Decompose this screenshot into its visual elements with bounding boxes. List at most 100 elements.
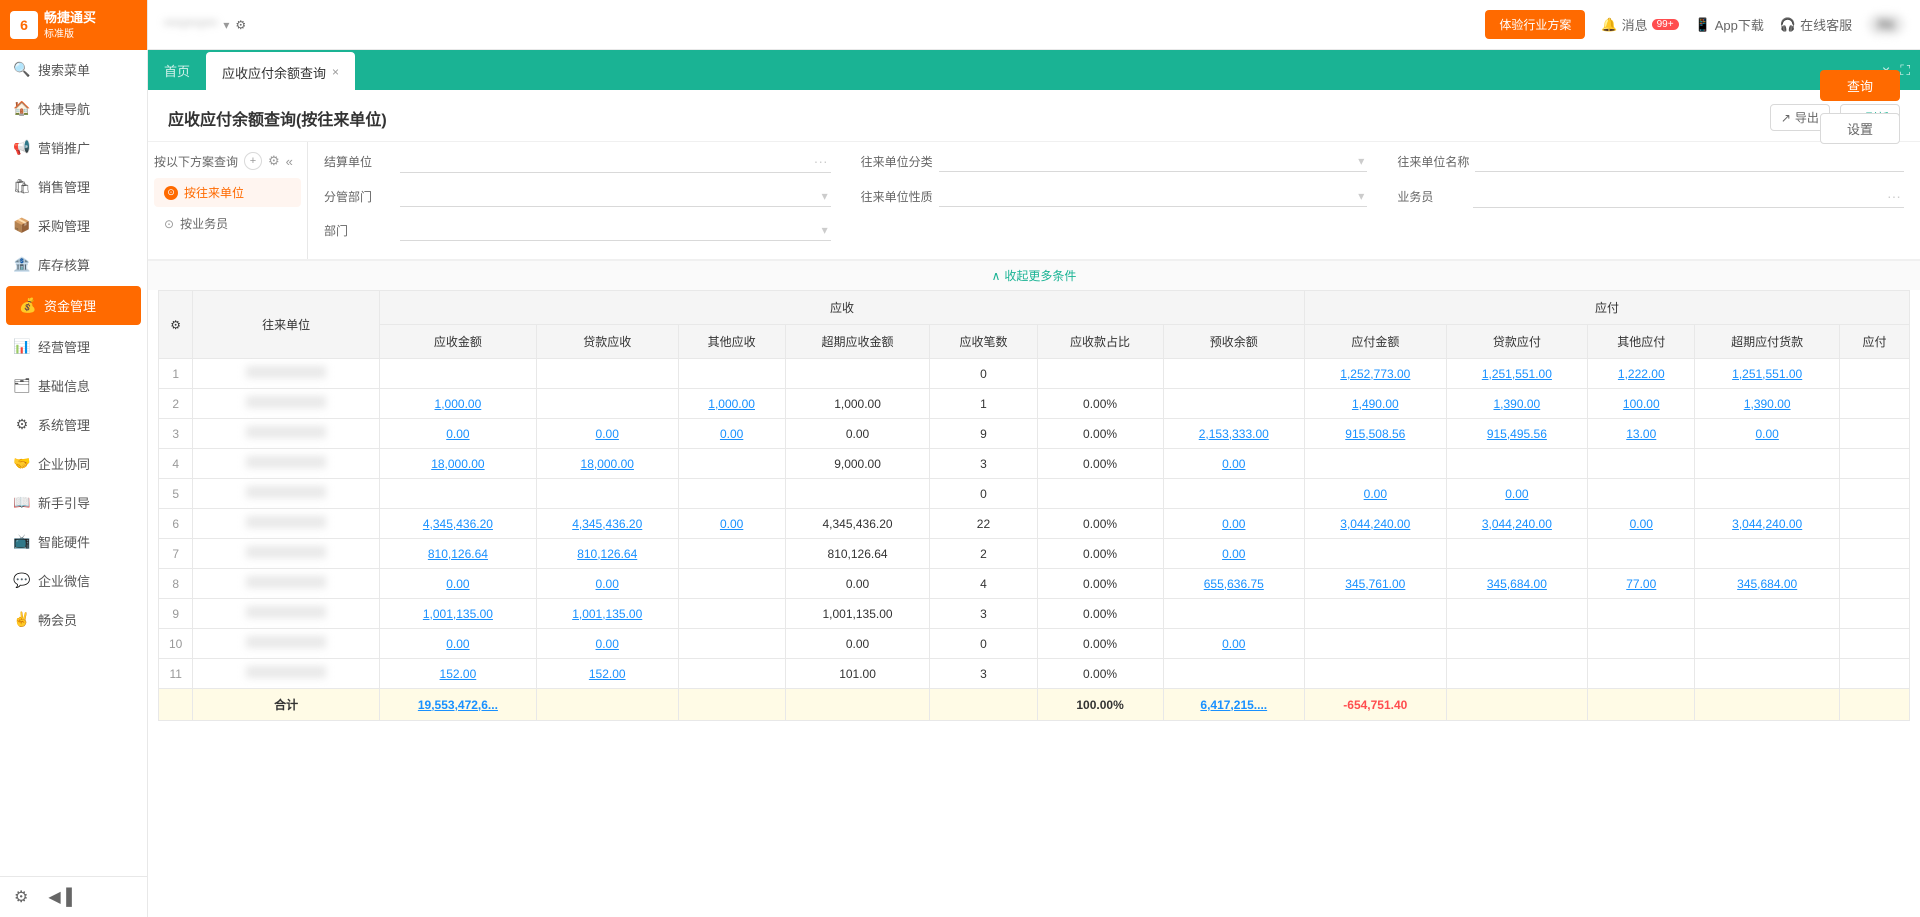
row-cell-2[interactable]: 1,000.00 (678, 389, 785, 419)
row-cell-7[interactable]: 1,490.00 (1305, 389, 1447, 419)
row-cell-8[interactable]: 1,251,551.00 (1446, 359, 1588, 389)
sub-menu-salesperson[interactable]: ⊙ 按业务员 (154, 209, 301, 238)
row-cell-1[interactable]: 4,345,436.20 (536, 509, 678, 539)
row-cell-1[interactable]: 0.00 (536, 569, 678, 599)
sidebar-item-guide[interactable]: 📖 新手引导 (0, 483, 147, 522)
row-cell-6[interactable]: 0.00 (1163, 449, 1305, 479)
sidebar-collapse-icon[interactable]: ◀▐ (48, 887, 72, 907)
sidebar-item-basic[interactable]: 🗂 基础信息 (0, 366, 147, 405)
settings-btn[interactable]: 设置 (1820, 113, 1900, 144)
settings-btn[interactable]: ⚙ (235, 18, 246, 32)
row-cell-8[interactable]: 1,390.00 (1446, 389, 1588, 419)
table-container[interactable]: ⚙ 往来单位 应收 应付 应收金额 贷款应收 其他应收 超期应收金额 应收笔数 … (148, 290, 1920, 917)
row-cell-1[interactable]: 152.00 (536, 659, 678, 689)
row-cell-6[interactable]: 0.00 (1163, 509, 1305, 539)
row-cell-0[interactable]: 1,000.00 (379, 389, 536, 419)
row-cell-6[interactable]: 655,636.75 (1163, 569, 1305, 599)
row-cell-8[interactable]: 0.00 (1446, 479, 1588, 509)
row-cell-2[interactable]: 0.00 (678, 419, 785, 449)
sidebar-settings-icon[interactable]: ⚙ (14, 887, 28, 907)
row-cell-7[interactable]: 915,508.56 (1305, 419, 1447, 449)
row-cell-5: 0.00% (1037, 449, 1163, 479)
row-cell-10[interactable]: 1,251,551.00 (1695, 359, 1840, 389)
salesperson-dots[interactable]: ··· (1887, 188, 1901, 204)
row-cell-7[interactable]: 3,044,240.00 (1305, 509, 1447, 539)
sidebar-item-wechat[interactable]: 💬 企业微信 (0, 561, 147, 600)
filter-collapse-btn[interactable]: « (286, 154, 293, 169)
row-cell-10[interactable]: 345,684.00 (1695, 569, 1840, 599)
filter-settings-icon[interactable]: ⚙ (268, 153, 280, 169)
row-cell-8[interactable]: 3,044,240.00 (1446, 509, 1588, 539)
row-cell-6[interactable]: 0.00 (1163, 629, 1305, 659)
sidebar-item-system[interactable]: ⚙ 系统管理 (0, 405, 147, 444)
sidebar-item-operations[interactable]: 📊 经营管理 (0, 327, 147, 366)
maximize-icon[interactable]: ⛶ (1900, 62, 1910, 79)
partner-name-input[interactable] (1475, 151, 1904, 172)
row-cell-10[interactable]: 3,044,240.00 (1695, 509, 1840, 539)
tab-home[interactable]: 首页 (148, 50, 206, 90)
filter-add-btn[interactable]: + (244, 152, 262, 170)
row-cell-7[interactable]: 0.00 (1305, 479, 1447, 509)
table-settings-icon[interactable]: ⚙ (170, 318, 181, 332)
row-cell-10[interactable]: 1,390.00 (1695, 389, 1840, 419)
row-cell-9[interactable]: 1,222.00 (1588, 359, 1695, 389)
sidebar-item-member[interactable]: ✌ 畅会员 (0, 600, 147, 639)
row-cell-1 (536, 479, 678, 509)
row-cell-0[interactable]: 0.00 (379, 629, 536, 659)
tab-close-icon[interactable]: × (332, 65, 339, 79)
customer-service-btn[interactable]: 🎧 在线客服 (1780, 15, 1852, 34)
sidebar-item-shortcut[interactable]: 🏠 快捷导航 (0, 89, 147, 128)
row-cell-0[interactable]: 0.00 (379, 419, 536, 449)
th-settings[interactable]: ⚙ (159, 291, 193, 359)
row-cell-0[interactable]: 4,345,436.20 (379, 509, 536, 539)
row-cell-5: 0.00% (1037, 419, 1163, 449)
row-number: 2 (159, 389, 193, 419)
sidebar-item-capital[interactable]: 💰 资金管理 (6, 286, 141, 325)
partner-category-chevron[interactable]: ▾ (1358, 154, 1364, 168)
sidebar-item-enterprise[interactable]: 🤝 企业协同 (0, 444, 147, 483)
sidebar-item-search[interactable]: 🔍 搜索菜单 (0, 50, 147, 89)
sub-menu-partner[interactable]: ⊙ 按往来单位 (154, 178, 301, 207)
nature-chevron[interactable]: ▾ (1358, 189, 1364, 203)
query-btn[interactable]: 查询 (1820, 90, 1900, 101)
sidebar-item-inventory[interactable]: 🏦 库存核算 (0, 245, 147, 284)
settlement-dots[interactable]: ··· (814, 153, 828, 169)
sidebar-item-hardware[interactable]: 📺 智能硬件 (0, 522, 147, 561)
row-cell-9[interactable]: 13.00 (1588, 419, 1695, 449)
row-cell-1[interactable]: 18,000.00 (536, 449, 678, 479)
row-cell-8[interactable]: 345,684.00 (1446, 569, 1588, 599)
row-cell-2[interactable]: 0.00 (678, 509, 785, 539)
notifications-btn[interactable]: 🔔 消息 99+ (1601, 15, 1678, 34)
sidebar-item-purchase[interactable]: 📦 采购管理 (0, 206, 147, 245)
row-cell-1[interactable]: 810,126.64 (536, 539, 678, 569)
row-cell-1[interactable]: 1,001,135.00 (536, 599, 678, 629)
app-download-btn[interactable]: 📱 App下载 (1695, 15, 1764, 34)
row-cell-9[interactable]: 100.00 (1588, 389, 1695, 419)
row-cell-0[interactable]: 810,126.64 (379, 539, 536, 569)
tab-receivable[interactable]: 应收应付余额查询 × (206, 52, 355, 92)
footer-rec-advance[interactable]: 6,417,215.... (1163, 689, 1305, 721)
row-cell-7[interactable]: 345,761.00 (1305, 569, 1447, 599)
logo-text: 畅捷通买 标准版 (44, 10, 96, 41)
sidebar-item-marketing[interactable]: 📢 营销推广 (0, 128, 147, 167)
row-cell-7[interactable]: 1,252,773.00 (1305, 359, 1447, 389)
row-cell-1[interactable]: 0.00 (536, 629, 678, 659)
row-cell-0[interactable]: 1,001,135.00 (379, 599, 536, 629)
row-cell-6[interactable]: 0.00 (1163, 539, 1305, 569)
sidebar-item-sales[interactable]: 🛍 销售管理 (0, 167, 147, 206)
row-cell-6[interactable]: 2,153,333.00 (1163, 419, 1305, 449)
row-cell-1[interactable]: 0.00 (536, 419, 678, 449)
dept2-chevron[interactable]: ▾ (822, 223, 828, 237)
row-cell-9[interactable]: 0.00 (1588, 509, 1695, 539)
row-cell-0[interactable]: 0.00 (379, 569, 536, 599)
row-cell-8[interactable]: 915,495.56 (1446, 419, 1588, 449)
row-cell-9[interactable]: 77.00 (1588, 569, 1695, 599)
footer-rec-amount[interactable]: 19,553,472,6... (379, 689, 536, 721)
row-cell-0[interactable]: 18,000.00 (379, 449, 536, 479)
row-cell-10[interactable]: 0.00 (1695, 419, 1840, 449)
dept-chevron[interactable]: ▾ (822, 189, 828, 203)
user-name[interactable]: Rit (1868, 14, 1904, 35)
trial-btn[interactable]: 体验行业方案 (1485, 10, 1585, 39)
collapse-row[interactable]: ∧ 收起更多条件 (148, 260, 1920, 290)
row-cell-0[interactable]: 152.00 (379, 659, 536, 689)
